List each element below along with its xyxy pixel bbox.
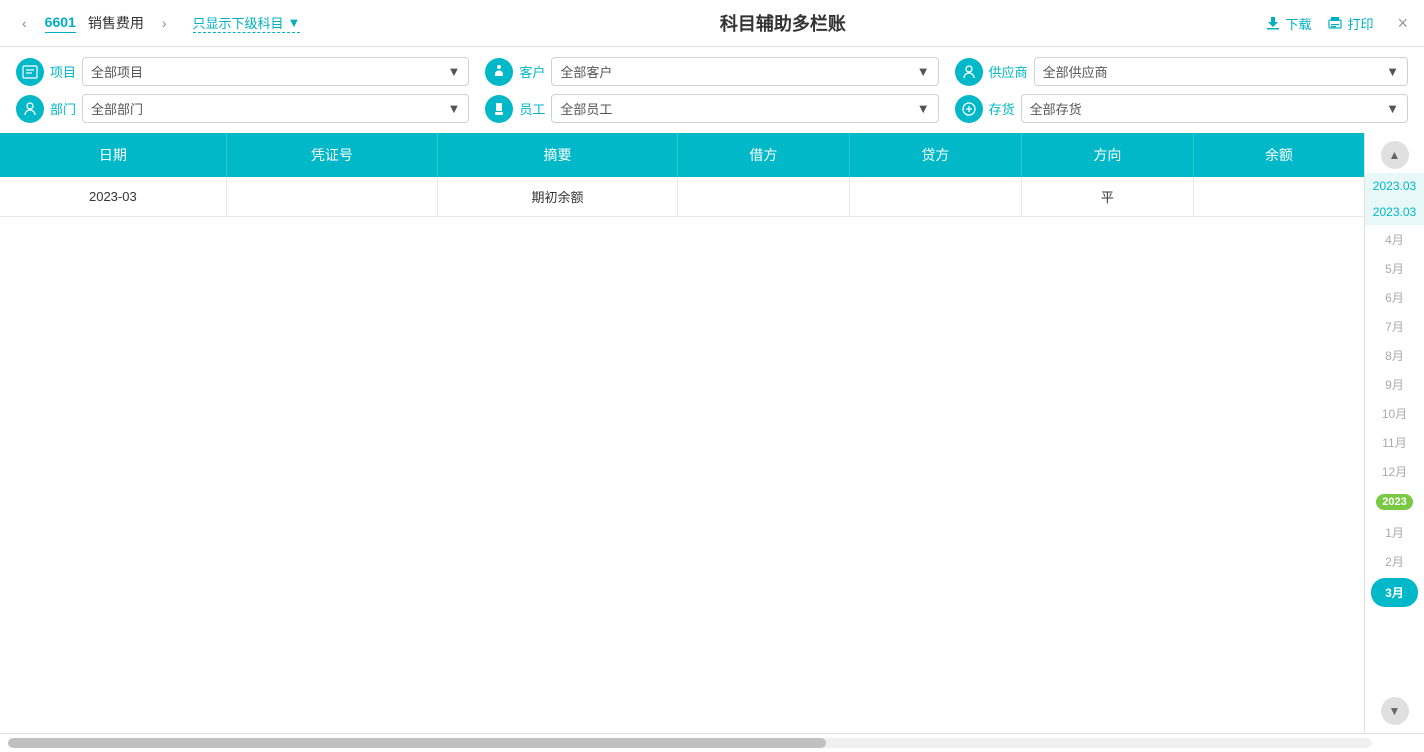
filter-item-project: 项目 全部项目 ▼ <box>16 57 469 86</box>
cell-summary: 期初余额 <box>438 177 678 217</box>
timeline-sidebar: ▲ 2023.03 2023.03 4月 5月 6月 7月 8月 9月 10月 … <box>1364 133 1424 733</box>
scrollbar-thumb[interactable] <box>8 738 826 748</box>
timeline-period-aug[interactable]: 8月 <box>1365 341 1424 370</box>
filter-item-department: 部门 全部部门 ▼ <box>16 94 469 123</box>
year-badge-2023: 2023 <box>1376 490 1412 514</box>
cell-direction: 平 <box>1021 177 1193 217</box>
timeline-period-dec[interactable]: 12月 <box>1365 457 1424 486</box>
timeline-period-mar-current[interactable]: 3月 <box>1371 578 1418 607</box>
download-icon <box>1265 15 1281 31</box>
col-direction: 方向 <box>1021 133 1193 177</box>
supplier-select[interactable]: 全部供应商 ▼ <box>1034 57 1408 86</box>
timeline-period-jun[interactable]: 6月 <box>1365 283 1424 312</box>
print-icon <box>1327 15 1343 31</box>
project-icon <box>16 58 44 86</box>
filter-item-inventory: 存货 全部存货 ▼ <box>955 94 1408 123</box>
top-bar: ‹ 6601 销售费用 › 只显示下级科目 ▼ 科目辅助多栏账 下载 打印 × <box>0 0 1424 47</box>
timeline-period-2023-03-2[interactable]: 2023.03 <box>1365 199 1424 225</box>
show-sub-dropdown[interactable]: 只显示下级科目 ▼ <box>193 13 301 33</box>
cell-date: 2023-03 <box>0 177 226 217</box>
print-button[interactable]: 打印 <box>1327 14 1373 33</box>
timeline-period-sep[interactable]: 9月 <box>1365 370 1424 399</box>
download-button[interactable]: 下载 <box>1265 14 1311 33</box>
table-area: 日期 凭证号 摘要 借方 贷方 方向 余额 2023-03 期初余额 <box>0 133 1364 733</box>
main-content: 日期 凭证号 摘要 借方 贷方 方向 余额 2023-03 期初余额 <box>0 133 1424 733</box>
department-icon <box>16 95 44 123</box>
next-account-button[interactable]: › <box>156 13 173 33</box>
col-summary: 摘要 <box>438 133 678 177</box>
customer-select[interactable]: 全部客户 ▼ <box>551 57 938 86</box>
col-credit: 贷方 <box>849 133 1021 177</box>
col-balance: 余额 <box>1193 133 1364 177</box>
filter-row-1: 项目 全部项目 ▼ 客户 全部客户 ▼ <box>16 57 1408 86</box>
account-name: 销售费用 <box>88 13 144 33</box>
cell-debit <box>677 177 849 217</box>
top-actions: 下载 打印 × <box>1265 13 1408 34</box>
timeline-period-may[interactable]: 5月 <box>1365 254 1424 283</box>
cell-balance <box>1193 177 1364 217</box>
filter-item-supplier: 供应商 全部供应商 ▼ <box>955 57 1408 86</box>
cell-credit <box>849 177 1021 217</box>
project-select[interactable]: 全部项目 ▼ <box>82 57 469 86</box>
timeline-period-2023-03-1[interactable]: 2023.03 <box>1365 173 1424 199</box>
employee-select[interactable]: 全部员工 ▼ <box>551 94 938 123</box>
timeline-scroll-down[interactable]: ▼ <box>1381 697 1409 725</box>
supplier-icon <box>955 58 983 86</box>
account-code: 6601 <box>45 14 76 33</box>
inventory-select[interactable]: 全部存货 ▼ <box>1021 94 1408 123</box>
table-row: 2023-03 期初余额 平 <box>0 177 1364 217</box>
bottom-bar <box>0 733 1424 752</box>
timeline-period-apr[interactable]: 4月 <box>1365 225 1424 254</box>
timeline-period-jan[interactable]: 1月 <box>1365 518 1424 547</box>
filter-row-2: 部门 全部部门 ▼ 员工 全部员工 ▼ <box>16 94 1408 123</box>
table-header-row: 日期 凭证号 摘要 借方 贷方 方向 余额 <box>0 133 1364 177</box>
prev-account-button[interactable]: ‹ <box>16 13 33 33</box>
page-title: 科目辅助多栏账 <box>312 10 1253 36</box>
filter-bar: 项目 全部项目 ▼ 客户 全部客户 ▼ <box>0 47 1424 133</box>
main-window: ‹ 6601 销售费用 › 只显示下级科目 ▼ 科目辅助多栏账 下载 打印 × <box>0 0 1424 752</box>
timeline-scroll-up[interactable]: ▲ <box>1381 141 1409 169</box>
close-button[interactable]: × <box>1397 13 1408 34</box>
filter-item-employee: 员工 全部员工 ▼ <box>485 94 938 123</box>
col-debit: 借方 <box>677 133 849 177</box>
col-date: 日期 <box>0 133 226 177</box>
col-voucher: 凭证号 <box>226 133 437 177</box>
timeline-period-nov[interactable]: 11月 <box>1365 428 1424 457</box>
timeline-period-oct[interactable]: 10月 <box>1365 399 1424 428</box>
timeline-period-feb[interactable]: 2月 <box>1365 547 1424 576</box>
timeline-period-jul[interactable]: 7月 <box>1365 312 1424 341</box>
customer-icon <box>485 58 513 86</box>
department-select[interactable]: 全部部门 ▼ <box>82 94 469 123</box>
inventory-icon <box>955 95 983 123</box>
employee-icon <box>485 95 513 123</box>
ledger-table: 日期 凭证号 摘要 借方 贷方 方向 余额 2023-03 期初余额 <box>0 133 1364 217</box>
horizontal-scrollbar[interactable] <box>8 738 1372 748</box>
cell-voucher <box>226 177 437 217</box>
filter-item-customer: 客户 全部客户 ▼ <box>485 57 938 86</box>
